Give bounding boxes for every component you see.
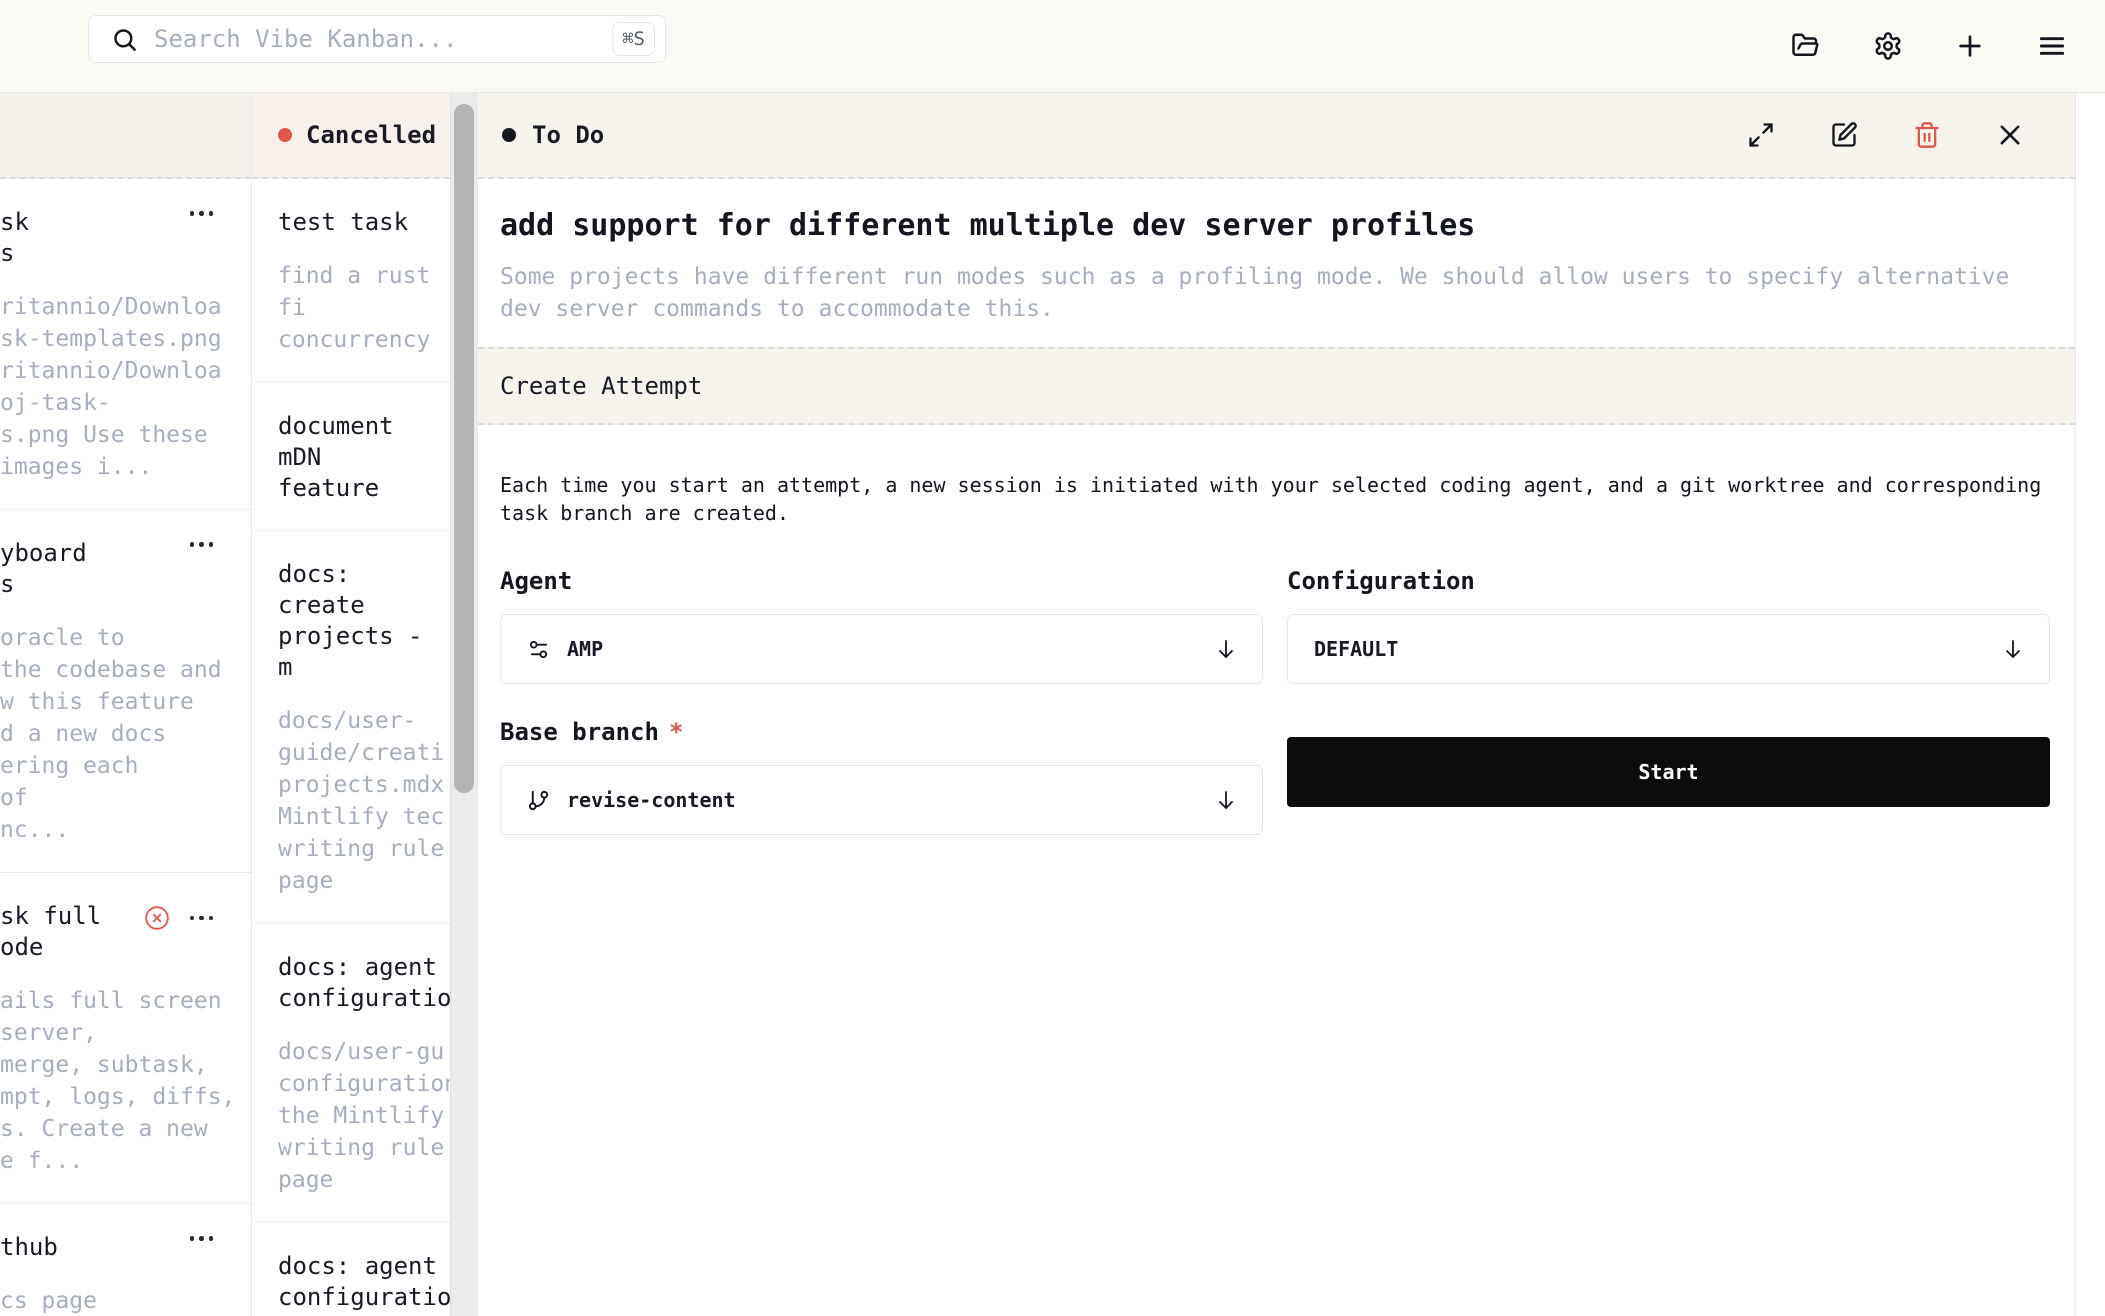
edit-task-button[interactable] — [1829, 120, 1859, 150]
base-branch-select[interactable]: revise-content — [500, 765, 1263, 835]
task-card-description: find a rust fi concurrency — [278, 263, 431, 353]
git-branch-icon — [527, 789, 550, 812]
task-description: Some projects have different run modes s… — [500, 264, 2010, 322]
task-title: add support for different multiple dev s… — [500, 208, 1476, 243]
board-scrollbar-thumb[interactable] — [454, 104, 474, 793]
folder-open-icon — [1791, 31, 1821, 61]
card-menu-button[interactable] — [189, 211, 213, 216]
create-attempt-heading: Create Attempt — [500, 372, 703, 400]
attempt-info-text: Each time you start an attempt, a new se… — [500, 473, 2042, 525]
expand-button[interactable] — [1746, 120, 1776, 150]
task-card-title: sk full ode — [0, 902, 102, 961]
kanban-column-cancelled: Cancelled test task find a rust fi concur… — [252, 93, 450, 1316]
required-marker: * — [668, 718, 684, 746]
task-card[interactable]: docs: agent configuration docs/user-gu co… — [252, 924, 450, 1223]
base-branch-value: revise-content — [567, 788, 736, 812]
close-icon — [1996, 121, 2024, 149]
create-attempt-header: Create Attempt — [478, 347, 2075, 425]
task-card[interactable]: sk s ritannio/Downloa sk-templates.png ri… — [0, 179, 251, 510]
column-title: Cancelled — [306, 121, 437, 149]
settings-button[interactable] — [1873, 31, 1903, 61]
task-card-title: sk s — [0, 208, 29, 267]
task-card[interactable]: document mDN feature — [252, 383, 450, 531]
panel-scrollbar-gutter — [2075, 93, 2105, 1316]
hamburger-menu-icon — [2036, 30, 2068, 62]
task-card[interactable]: test task find a rust fi concurrency — [252, 179, 450, 383]
task-card[interactable]: thub cs page — [0, 1204, 251, 1316]
search-box[interactable]: ⌘S — [88, 15, 666, 63]
task-card-description: ritannio/Downloa sk-templates.png ritann… — [0, 294, 222, 480]
card-menu-button[interactable] — [189, 1236, 213, 1241]
configuration-label: Configuration — [1287, 567, 1475, 595]
search-input[interactable] — [154, 25, 613, 53]
task-detail-header: To Do — [478, 93, 2075, 179]
task-card-description: docs/user- guide/creati projects.mdx Min… — [278, 708, 445, 894]
gear-icon — [1873, 31, 1903, 61]
app-window: ⌘S — [0, 0, 2105, 1316]
card-menu-button[interactable] — [189, 542, 213, 547]
task-status-label: To Do — [532, 121, 605, 149]
task-card[interactable]: yboard s oracle to the codebase and w thi… — [0, 510, 251, 873]
task-card-title: document mDN feature — [278, 412, 394, 502]
task-card-description: cs page — [0, 1288, 97, 1314]
task-card[interactable]: docs: create projects - m docs/user- guid… — [252, 531, 450, 924]
agent-value: AMP — [567, 637, 604, 661]
open-folder-button[interactable] — [1791, 31, 1821, 61]
kanban-column-left: sk s ritannio/Downloa sk-templates.png ri… — [0, 93, 252, 1316]
add-task-button[interactable] — [1955, 31, 1985, 61]
card-menu-button[interactable] — [189, 915, 213, 921]
task-card-description: docs/user-gu configuration the Mintlify … — [278, 1039, 450, 1193]
delete-task-button[interactable] — [1912, 120, 1942, 150]
base-branch-label: Base branch — [500, 718, 659, 746]
cancelled-x-icon — [144, 905, 170, 931]
expand-icon — [1747, 121, 1775, 149]
agent-select[interactable]: AMP — [500, 614, 1263, 684]
main-menu-button[interactable] — [2037, 31, 2067, 61]
task-card-description: ails full screen server, merge, subtask,… — [0, 988, 236, 1174]
configuration-value: DEFAULT — [1314, 637, 1399, 661]
todo-status-dot — [502, 128, 516, 142]
task-card-description: oracle to the codebase and w this featur… — [0, 625, 222, 843]
task-detail-panel: To Do add support for different multiple… — [478, 93, 2075, 1316]
trash-icon — [1913, 121, 1941, 149]
task-card-title: yboard s — [0, 539, 87, 598]
arrow-down-icon — [2001, 637, 2025, 661]
arrow-down-icon — [1214, 788, 1238, 812]
task-card-title: docs: agent configuration — [278, 1252, 450, 1311]
board-scrollbar-track[interactable] — [450, 93, 478, 1316]
close-panel-button[interactable] — [1995, 120, 2025, 150]
top-bar: ⌘S — [0, 0, 2105, 92]
start-attempt-button[interactable]: Start — [1287, 737, 2050, 807]
task-card[interactable]: docs: agent configurationdocs/user-gu co… — [252, 1223, 450, 1316]
plus-icon — [1954, 30, 1986, 62]
task-card-title: thub — [0, 1233, 58, 1261]
cancelled-status-dot — [278, 128, 292, 142]
column-header-cancelled: Cancelled — [252, 93, 450, 179]
configuration-select[interactable]: DEFAULT — [1287, 614, 2050, 684]
column-header — [0, 93, 251, 179]
agent-label: Agent — [500, 567, 573, 595]
edit-pencil-icon — [1830, 121, 1858, 149]
task-card-title: docs: create projects - m — [278, 560, 423, 681]
task-card-title: docs: agent configuration — [278, 953, 450, 1012]
arrow-down-icon — [1214, 637, 1238, 661]
search-icon — [111, 26, 138, 53]
sliders-icon — [527, 638, 550, 661]
search-shortcut-badge: ⌘S — [612, 22, 655, 56]
task-card-title: test task — [278, 208, 409, 236]
task-card[interactable]: sk full ode ails full screen server, merg… — [0, 873, 251, 1204]
kanban-board: sk s ritannio/Downloa sk-templates.png ri… — [0, 92, 2105, 1316]
